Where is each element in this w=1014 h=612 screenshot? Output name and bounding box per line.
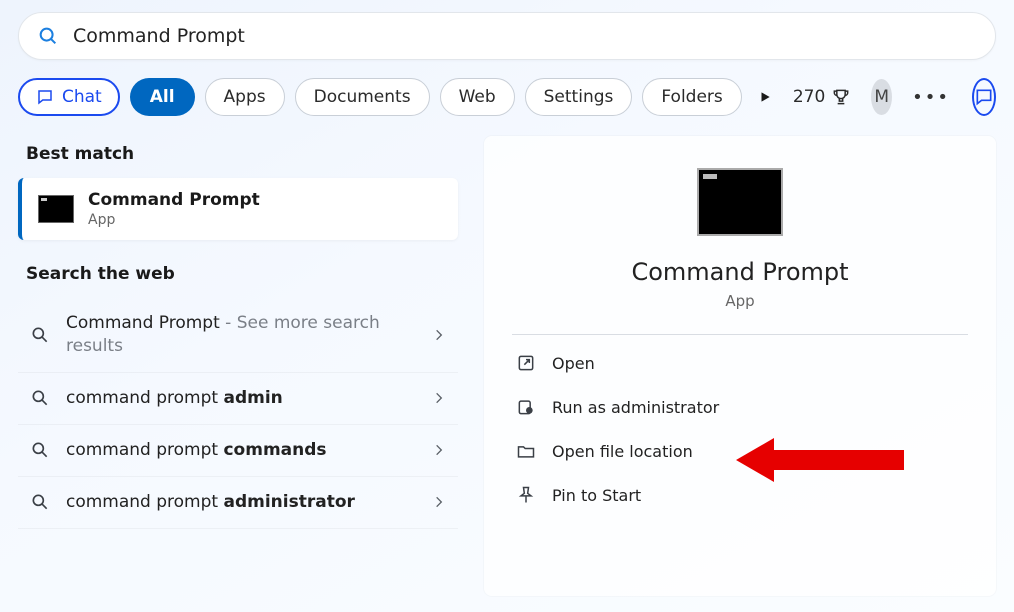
search-icon xyxy=(30,325,50,345)
chevron-right-icon xyxy=(432,495,446,509)
filter-settings[interactable]: Settings xyxy=(525,78,633,116)
web-result-text: command prompt administrator xyxy=(66,491,416,514)
filter-apps[interactable]: Apps xyxy=(205,78,285,116)
chat-pill[interactable]: Chat xyxy=(18,78,120,116)
points-value: 270 xyxy=(793,87,825,107)
results-column: Best match Command Prompt App Search the… xyxy=(18,136,458,596)
avatar-initial: M xyxy=(874,87,889,107)
filter-more-button[interactable] xyxy=(758,84,773,110)
web-result-text: Command Prompt - See more search results xyxy=(66,312,416,358)
action-open-location[interactable]: Open file location xyxy=(512,429,968,473)
best-match-item[interactable]: Command Prompt App xyxy=(18,178,458,240)
content-area: Best match Command Prompt App Search the… xyxy=(18,136,996,596)
divider xyxy=(512,334,968,335)
search-icon xyxy=(30,440,50,460)
web-result-item[interactable]: command prompt admin xyxy=(18,373,458,425)
filter-row: Chat All Apps Documents Web Settings Fol… xyxy=(18,76,996,118)
filter-folders[interactable]: Folders xyxy=(642,78,741,116)
shield-icon xyxy=(516,397,536,417)
bing-chat-button[interactable] xyxy=(972,78,996,116)
web-result-text: command prompt admin xyxy=(66,387,416,410)
web-header: Search the web xyxy=(26,264,458,284)
overflow-menu[interactable]: ••• xyxy=(912,87,950,108)
best-match-title: Command Prompt xyxy=(88,190,260,210)
action-run-admin[interactable]: Run as administrator xyxy=(512,385,968,429)
user-avatar[interactable]: M xyxy=(871,79,892,115)
open-icon xyxy=(516,353,536,373)
cmd-icon xyxy=(38,195,74,223)
bing-icon xyxy=(974,87,994,107)
web-result-item[interactable]: command prompt commands xyxy=(18,425,458,477)
web-result-text: command prompt commands xyxy=(66,439,416,462)
filter-documents[interactable]: Documents xyxy=(295,78,430,116)
web-result-item[interactable]: command prompt administrator xyxy=(18,477,458,529)
action-pin-start[interactable]: Pin to Start xyxy=(512,473,968,517)
filter-all[interactable]: All xyxy=(130,78,195,116)
chat-bubble-icon xyxy=(36,88,54,106)
rewards-points[interactable]: 270 xyxy=(793,87,851,107)
trophy-icon xyxy=(831,87,851,107)
search-input[interactable] xyxy=(73,25,977,47)
chevron-right-icon xyxy=(432,328,446,342)
best-match-subtitle: App xyxy=(88,212,260,228)
detail-title: Command Prompt xyxy=(512,258,968,286)
pin-icon xyxy=(516,485,536,505)
chevron-right-icon xyxy=(432,391,446,405)
action-open[interactable]: Open xyxy=(512,341,968,385)
search-icon xyxy=(30,492,50,512)
folder-icon xyxy=(516,441,536,461)
best-match-header: Best match xyxy=(26,144,458,164)
web-result-item[interactable]: Command Prompt - See more search results xyxy=(18,298,458,373)
play-icon xyxy=(758,90,772,104)
detail-panel: Command Prompt App Open Run as administr… xyxy=(484,136,996,596)
filter-web[interactable]: Web xyxy=(440,78,515,116)
detail-app-icon xyxy=(697,168,783,236)
search-bar[interactable] xyxy=(18,12,996,60)
search-icon xyxy=(37,25,59,47)
chevron-right-icon xyxy=(432,443,446,457)
detail-subtitle: App xyxy=(512,292,968,310)
search-icon xyxy=(30,388,50,408)
chat-label: Chat xyxy=(62,87,102,107)
web-results-list: Command Prompt - See more search results… xyxy=(18,298,458,529)
